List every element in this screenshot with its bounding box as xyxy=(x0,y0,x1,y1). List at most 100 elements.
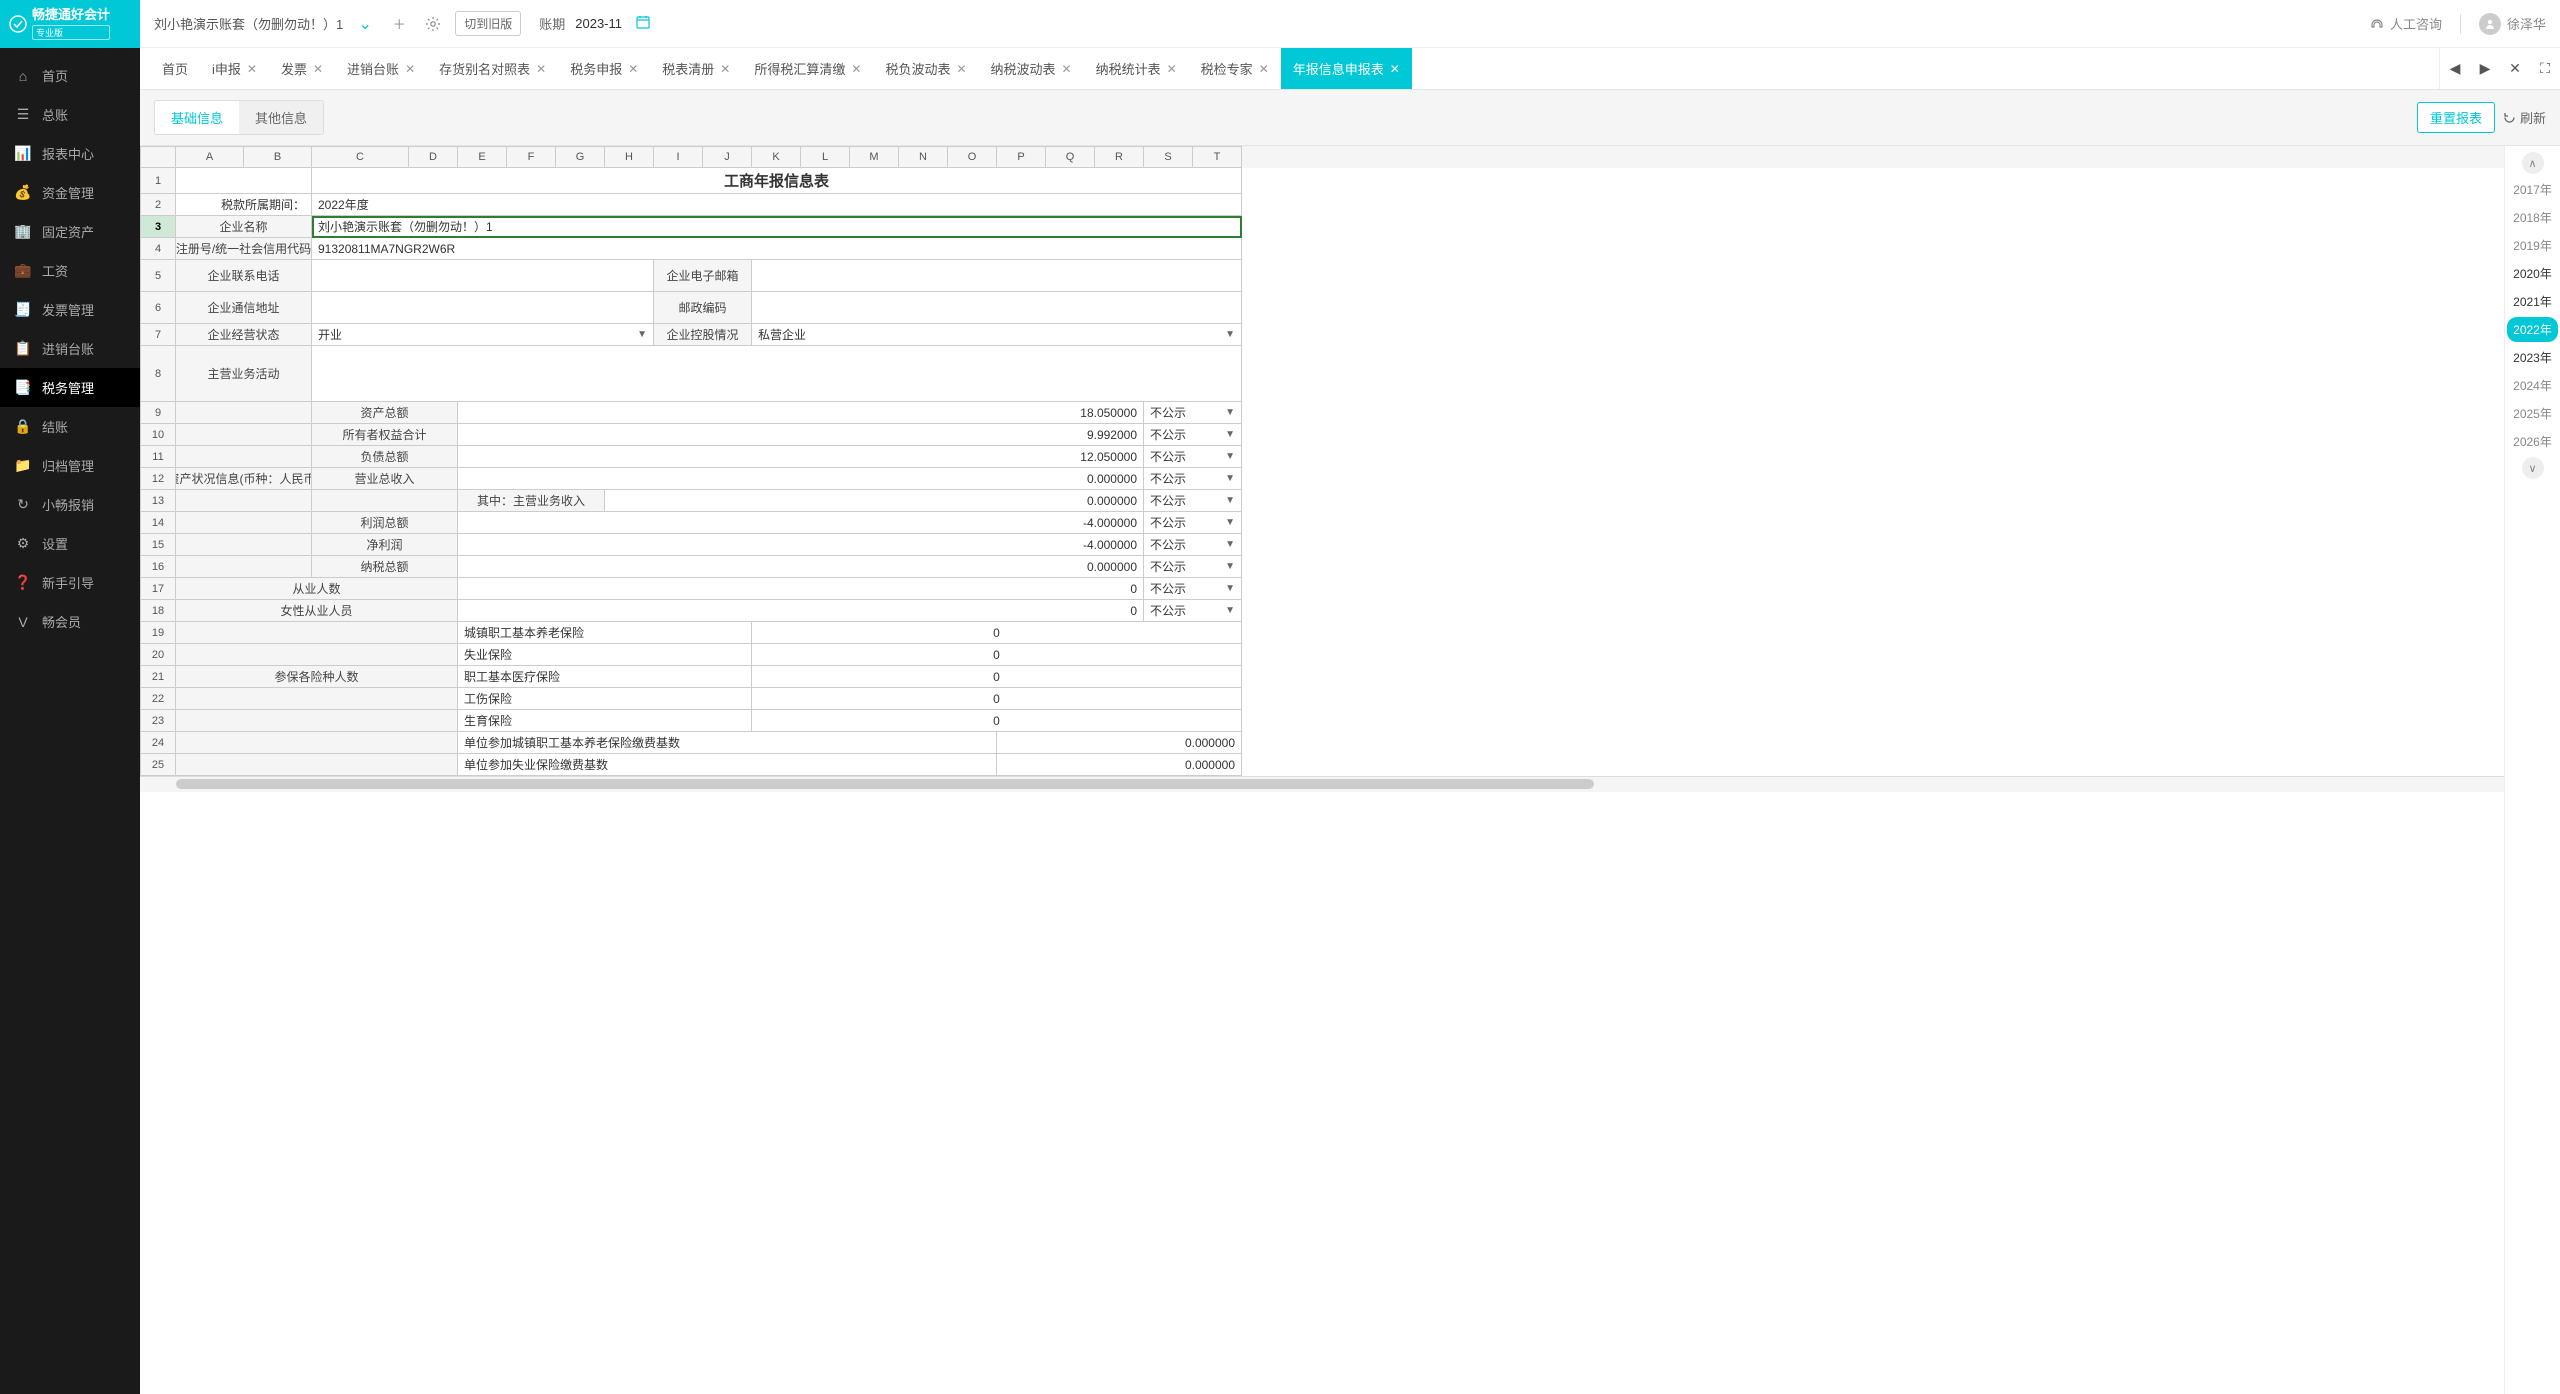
subtab-other[interactable]: 其他信息 xyxy=(239,101,323,134)
r4-value[interactable]: 91320811MA7NGR2W6R xyxy=(312,238,1242,260)
r17-value[interactable]: 0 xyxy=(458,578,1144,600)
year-2018年[interactable]: 2018年 xyxy=(2507,205,2558,230)
rowhead-6[interactable]: 6 xyxy=(140,292,176,324)
r25-value[interactable]: 0.000000 xyxy=(997,754,1242,776)
year-2019年[interactable]: 2019年 xyxy=(2507,233,2558,258)
rowhead-10[interactable]: 10 xyxy=(140,424,176,446)
colhead-Q[interactable]: Q xyxy=(1046,146,1095,168)
asset-r12-pub[interactable]: 不公示▼ xyxy=(1144,468,1242,490)
tab-0[interactable]: 首页 xyxy=(150,48,200,89)
add-account-button[interactable]: ＋ xyxy=(387,12,411,36)
rowhead-22[interactable]: 22 xyxy=(140,688,176,710)
nav-item-3[interactable]: 💰资金管理 xyxy=(0,173,140,212)
rowhead-16[interactable]: 16 xyxy=(140,556,176,578)
nav-item-10[interactable]: 📁归档管理 xyxy=(0,446,140,485)
rowhead-15[interactable]: 15 xyxy=(140,534,176,556)
asset-r12-value[interactable]: 0.000000 xyxy=(458,468,1144,490)
rowhead-4[interactable]: 4 xyxy=(140,238,176,260)
colhead-H[interactable]: H xyxy=(605,146,654,168)
colhead-E[interactable]: E xyxy=(458,146,507,168)
tab-close-5[interactable]: ✕ xyxy=(628,62,638,76)
tab-4[interactable]: 存货别名对照表✕ xyxy=(427,48,558,89)
year-2021年[interactable]: 2021年 xyxy=(2507,289,2558,314)
r7-val1[interactable]: 开业▼ xyxy=(312,324,654,346)
asset-r10-value[interactable]: 9.992000 xyxy=(458,424,1144,446)
insurance-r22-value[interactable]: 0 xyxy=(752,688,1242,710)
r3-value[interactable]: 刘小艳演示账套（勿删勿动！）1 xyxy=(312,216,1242,238)
tab-close-9[interactable]: ✕ xyxy=(1062,62,1072,76)
support-link[interactable]: 人工咨询 xyxy=(2370,14,2442,33)
tab-next-button[interactable]: ▶ xyxy=(2470,60,2500,77)
asset-r11-dd[interactable]: ▼ xyxy=(1225,451,1235,462)
tab-2[interactable]: 发票✕ xyxy=(269,48,335,89)
tab-1[interactable]: i申报✕ xyxy=(200,48,269,89)
asset-r14-value[interactable]: -4.000000 xyxy=(458,512,1144,534)
colhead-M[interactable]: M xyxy=(850,146,899,168)
account-dropdown-icon[interactable]: ⌄ xyxy=(353,12,377,36)
asset-r9-pub[interactable]: 不公示▼ xyxy=(1144,402,1242,424)
r5-val1[interactable] xyxy=(312,260,654,292)
rowhead-14[interactable]: 14 xyxy=(140,512,176,534)
rowhead-5[interactable]: 5 xyxy=(140,260,176,292)
year-2025年[interactable]: 2025年 xyxy=(2507,401,2558,426)
tab-close-4[interactable]: ✕ xyxy=(536,62,546,76)
subtab-basic[interactable]: 基础信息 xyxy=(155,101,239,134)
tab-3[interactable]: 进销台账✕ xyxy=(335,48,427,89)
nav-item-4[interactable]: 🏢固定资产 xyxy=(0,212,140,251)
r6-val2[interactable] xyxy=(752,292,1242,324)
year-scroll-up-button[interactable]: ∧ xyxy=(2522,152,2544,174)
year-scroll-down-button[interactable]: ∨ xyxy=(2522,457,2544,479)
tab-close-2[interactable]: ✕ xyxy=(313,62,323,76)
rowhead-20[interactable]: 20 xyxy=(140,644,176,666)
r18-dd[interactable]: ▼ xyxy=(1225,605,1235,616)
tab-close-8[interactable]: ✕ xyxy=(956,62,966,76)
year-2026年[interactable]: 2026年 xyxy=(2507,429,2558,454)
nav-item-6[interactable]: 🧾发票管理 xyxy=(0,290,140,329)
nav-item-11[interactable]: ↻小畅报销 xyxy=(0,485,140,524)
r2-value[interactable]: 2022年度 xyxy=(312,194,1242,216)
asset-r9-value[interactable]: 18.050000 xyxy=(458,402,1144,424)
r8-value[interactable] xyxy=(312,346,1242,402)
insurance-r20-value[interactable]: 0 xyxy=(752,644,1242,666)
asset-r15-dd[interactable]: ▼ xyxy=(1225,539,1235,550)
rowhead-12[interactable]: 12 xyxy=(140,468,176,490)
tab-9[interactable]: 纳税波动表✕ xyxy=(979,48,1084,89)
scrollbar-thumb[interactable] xyxy=(176,779,1594,789)
r5-val2[interactable] xyxy=(752,260,1242,292)
year-2017年[interactable]: 2017年 xyxy=(2507,177,2558,202)
colhead-N[interactable]: N xyxy=(899,146,948,168)
rowhead-13[interactable]: 13 xyxy=(140,490,176,512)
colhead-T[interactable]: T xyxy=(1193,146,1242,168)
settings-gear-icon[interactable] xyxy=(421,12,445,36)
r7-dd1[interactable]: ▼ xyxy=(637,329,647,340)
colhead-O[interactable]: O xyxy=(948,146,997,168)
r24-value[interactable]: 0.000000 xyxy=(997,732,1242,754)
year-2022年[interactable]: 2022年 xyxy=(2507,317,2558,342)
asset-r16-dd[interactable]: ▼ xyxy=(1225,561,1235,572)
colhead-K[interactable]: K xyxy=(752,146,801,168)
rowhead-11[interactable]: 11 xyxy=(140,446,176,468)
colhead-I[interactable]: I xyxy=(654,146,703,168)
asset-r13-pub[interactable]: 不公示▼ xyxy=(1144,490,1242,512)
rowhead-25[interactable]: 25 xyxy=(140,754,176,776)
colhead-C[interactable]: C xyxy=(312,146,409,168)
colhead-J[interactable]: J xyxy=(703,146,752,168)
tab-12[interactable]: 年报信息申报表✕ xyxy=(1281,48,1412,89)
insurance-r19-value[interactable]: 0 xyxy=(752,622,1242,644)
rowhead-21[interactable]: 21 xyxy=(140,666,176,688)
colhead-F[interactable]: F xyxy=(507,146,556,168)
spreadsheet[interactable]: ABCDEFGHIJKLMNOPQRST1工商年报信息表2税款所属期间：2022… xyxy=(140,146,2504,1394)
tab-close-1[interactable]: ✕ xyxy=(247,62,257,76)
r7-dd2[interactable]: ▼ xyxy=(1225,329,1235,340)
nav-item-1[interactable]: ☰总账 xyxy=(0,95,140,134)
tab-close-all-button[interactable]: ✕ xyxy=(2500,60,2530,77)
insurance-r23-value[interactable]: 0 xyxy=(752,710,1242,732)
year-2020年[interactable]: 2020年 xyxy=(2507,261,2558,286)
rowhead-9[interactable]: 9 xyxy=(140,402,176,424)
rowhead-23[interactable]: 23 xyxy=(140,710,176,732)
colhead-R[interactable]: R xyxy=(1095,146,1144,168)
asset-r16-value[interactable]: 0.000000 xyxy=(458,556,1144,578)
nav-item-14[interactable]: V畅会员 xyxy=(0,602,140,641)
reset-report-button[interactable]: 重置报表 xyxy=(2417,102,2495,133)
nav-item-5[interactable]: 💼工资 xyxy=(0,251,140,290)
